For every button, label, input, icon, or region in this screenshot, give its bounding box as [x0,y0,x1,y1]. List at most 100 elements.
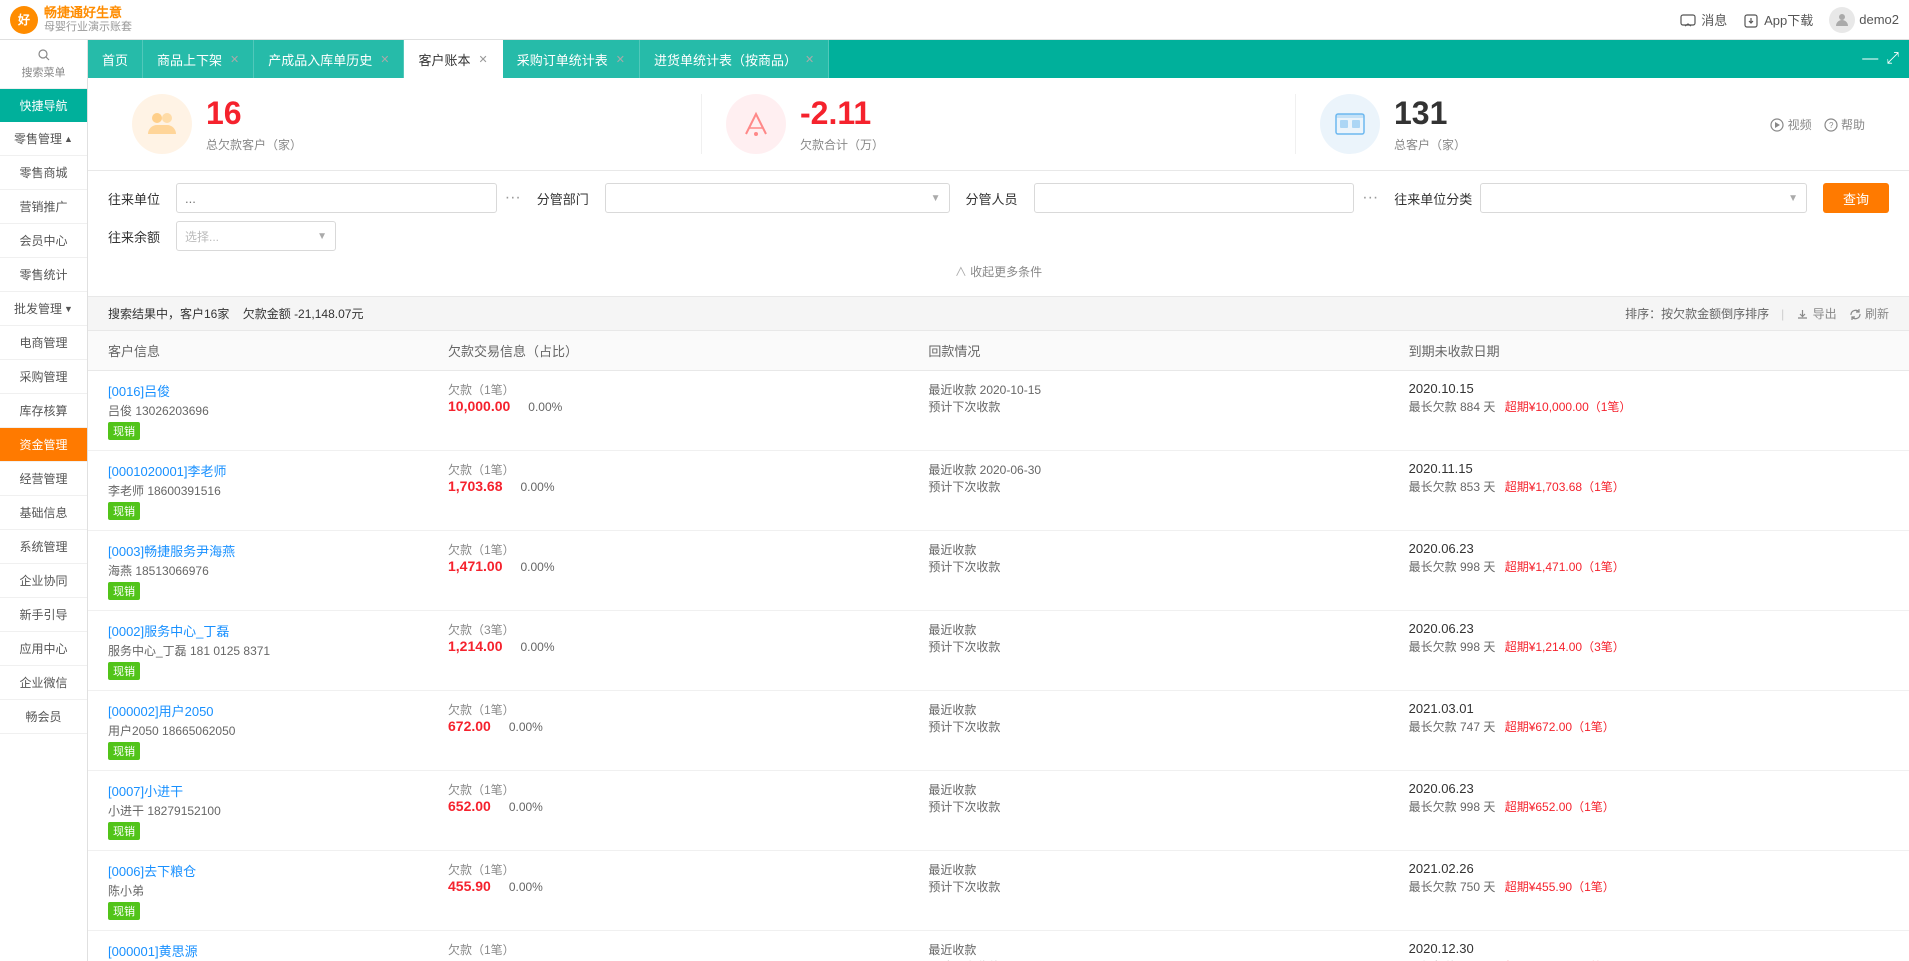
customer-id[interactable]: [0016]吕俊 [108,381,448,400]
tab-product-status[interactable]: 商品上下架 ✕ [143,40,254,78]
tab-close-purchase-stats[interactable]: ✕ [616,53,625,66]
table-row: [000001]黄思源 黄思源 13552700226 现销 欠款（1笔） 42… [88,931,1909,961]
debt-amount[interactable]: 1,471.00 [448,558,503,574]
overdue-days: 最长欠款 998 天 [1409,800,1496,814]
filter-from-unit: 往来单位 ··· [108,183,521,213]
sort-btn[interactable]: 排序：按欠款金额倒序排序 [1625,305,1769,322]
sidebar-item-operation[interactable]: 经营管理 [0,462,87,496]
debt-amount[interactable]: 1,703.68 [448,478,503,494]
sidebar-item-member2[interactable]: 畅会员 [0,700,87,734]
sidebar-item-retail-mall[interactable]: 零售商城 [0,156,87,190]
overdue-amount[interactable]: 超期¥455.90（1笔） [1505,880,1615,894]
stat-icon-customers [132,94,192,154]
tab-close-finished-goods[interactable]: ✕ [380,53,389,66]
debt-label: 欠款（1笔） [448,941,928,958]
customer-id[interactable]: [0006]去下粮仓 [108,861,448,880]
sidebar-item-system[interactable]: 系统管理 [0,530,87,564]
sidebar-item-guide[interactable]: 新手引导 [0,598,87,632]
page-content: 16 总欠款客户（家） -2.11 [88,78,1909,961]
debt-amount[interactable]: 1,214.00 [448,638,503,654]
customer-id[interactable]: [0002]服务中心_丁磊 [108,621,448,640]
tab-purchase-stats[interactable]: 采购订单统计表 ✕ [503,40,640,78]
overdue-amount[interactable]: 超期¥10,000.00（1笔） [1505,400,1632,414]
sidebar-item-wechat[interactable]: 企业微信 [0,666,87,700]
customer-id[interactable]: [0003]畅捷服务尹海燕 [108,541,448,560]
video-btn[interactable]: 视频 [1770,116,1811,133]
tab-customer-account[interactable]: 客户账本 ✕ [404,40,502,78]
customer-id[interactable]: [000002]用户2050 [108,701,448,720]
sidebar-item-purchase[interactable]: 采购管理 [0,360,87,394]
tab-finished-goods[interactable]: 产成品入库单历史 ✕ [254,40,404,78]
tab-close-customer-account[interactable]: ✕ [479,53,488,66]
dept-select[interactable]: ▼ [605,183,950,213]
sidebar-item-retail-mgmt[interactable]: 零售管理 ▲ [0,122,87,156]
debt-amount[interactable]: 455.90 [448,878,491,894]
sidebar-item-retail-stats[interactable]: 零售统计 [0,258,87,292]
sidebar-quick-nav[interactable]: 快捷导航 [0,89,87,122]
tab-close-product-status[interactable]: ✕ [230,53,239,66]
table-row: [0006]去下粮仓 陈小弟 现销 欠款（1笔） 455.90 0.00% [88,851,1909,931]
sidebar-item-ecommerce[interactable]: 电商管理 [0,326,87,360]
customer-id[interactable]: [000001]黄思源 [108,941,448,960]
unit-class-select[interactable]: ▼ [1480,183,1807,213]
filter-manager: 分管人员 ··· [966,183,1379,213]
sidebar-item-inventory[interactable]: 库存核算 [0,394,87,428]
sidebar-item-member[interactable]: 会员中心 [0,224,87,258]
due-date: 2020.10.15 [1409,381,1889,396]
last-payment: 最近收款 [928,861,1408,878]
manager-dots[interactable]: ··· [1362,189,1378,207]
sidebar-item-collab[interactable]: 企业协同 [0,564,87,598]
sidebar-item-finance[interactable]: 资金管理 [0,428,87,462]
tab-close-inbound-stats[interactable]: ✕ [805,53,814,66]
help-btn[interactable]: ? 帮助 [1824,116,1865,133]
tab-home[interactable]: 首页 [88,40,143,78]
refresh-btn[interactable]: 刷新 [1849,305,1889,322]
app-subtitle: 母婴行业演示账套 [44,21,132,34]
due-date-cell: 2020.06.23 最长欠款 998 天 超期¥1,471.00（1笔） [1409,541,1889,575]
overdue-amount[interactable]: 超期¥1,214.00（3笔） [1505,640,1625,654]
from-unit-dots[interactable]: ··· [505,189,521,207]
app-download-btn[interactable]: App下载 [1743,10,1813,30]
tab-inbound-stats[interactable]: 进货单统计表（按商品） ✕ [640,40,829,78]
balance-select[interactable]: 选择... ▼ [176,221,336,251]
customer-contact: 海燕 18513066976 [108,562,448,579]
tab-minimize-btn[interactable]: — [1862,50,1878,68]
payment-cell: 最近收款 预计下次收款 [928,541,1408,575]
sidebar-search[interactable]: 搜索菜单 [0,40,87,89]
debt-amount[interactable]: 652.00 [448,798,491,814]
app-name: 畅捷通好生意 [44,5,132,21]
debt-info-cell: 欠款（1笔） 10,000.00 0.00% [448,381,928,414]
overdue-amount[interactable]: 超期¥1,703.68（1笔） [1505,480,1625,494]
collapse-filters-btn[interactable]: ∧ 收起更多条件 [108,259,1889,284]
customer-id[interactable]: [0001020001]李老师 [108,461,448,480]
results-info: 搜索结果中，客户16家 欠款金额 -21,148.07元 [108,305,363,322]
sidebar-item-apps[interactable]: 应用中心 [0,632,87,666]
user-avatar[interactable]: demo2 [1829,7,1899,33]
overdue-amount[interactable]: 超期¥672.00（1笔） [1505,720,1615,734]
from-unit-input[interactable] [176,183,497,213]
tab-expand-btn[interactable]: ⤢ [1886,50,1899,68]
debt-amount[interactable]: 672.00 [448,718,491,734]
overdue-amount[interactable]: 超期¥652.00（1笔） [1505,800,1615,814]
message-btn[interactable]: 消息 [1680,10,1728,30]
overdue-days: 最长欠款 884 天 [1409,400,1496,414]
sidebar-item-basic-info[interactable]: 基础信息 [0,496,87,530]
stat-icon-total [1320,94,1380,154]
logo: 好 畅捷通好生意 母婴行业演示账套 [10,5,132,34]
debt-amount[interactable]: 10,000.00 [448,398,510,414]
sidebar-item-wholesale[interactable]: 批发管理 ▼ [0,292,87,326]
export-btn[interactable]: 导出 [1796,305,1836,322]
logo-icon: 好 [10,6,38,34]
stat-total-customers: 131 总客户（家） 视频 ? 帮助 [1296,94,1889,154]
overdue-amount[interactable]: 超期¥1,471.00（1笔） [1505,560,1625,574]
customer-id[interactable]: [0007]小进干 [108,781,448,800]
customer-info-cell: [0016]吕俊 吕俊 13026203696 现销 [108,381,448,440]
manager-input[interactable] [1034,183,1355,213]
last-payment: 最近收款 [928,621,1408,638]
stat-total-value: 131 [1394,95,1466,132]
last-payment: 最近收款 [928,781,1408,798]
sidebar-item-marketing[interactable]: 营销推广 [0,190,87,224]
tab-bar: 首页 商品上下架 ✕ 产成品入库单历史 ✕ 客户账本 ✕ 采购订单统计表 ✕ [88,40,1909,78]
due-date: 2021.02.26 [1409,861,1889,876]
search-button[interactable]: 查询 [1823,183,1889,213]
